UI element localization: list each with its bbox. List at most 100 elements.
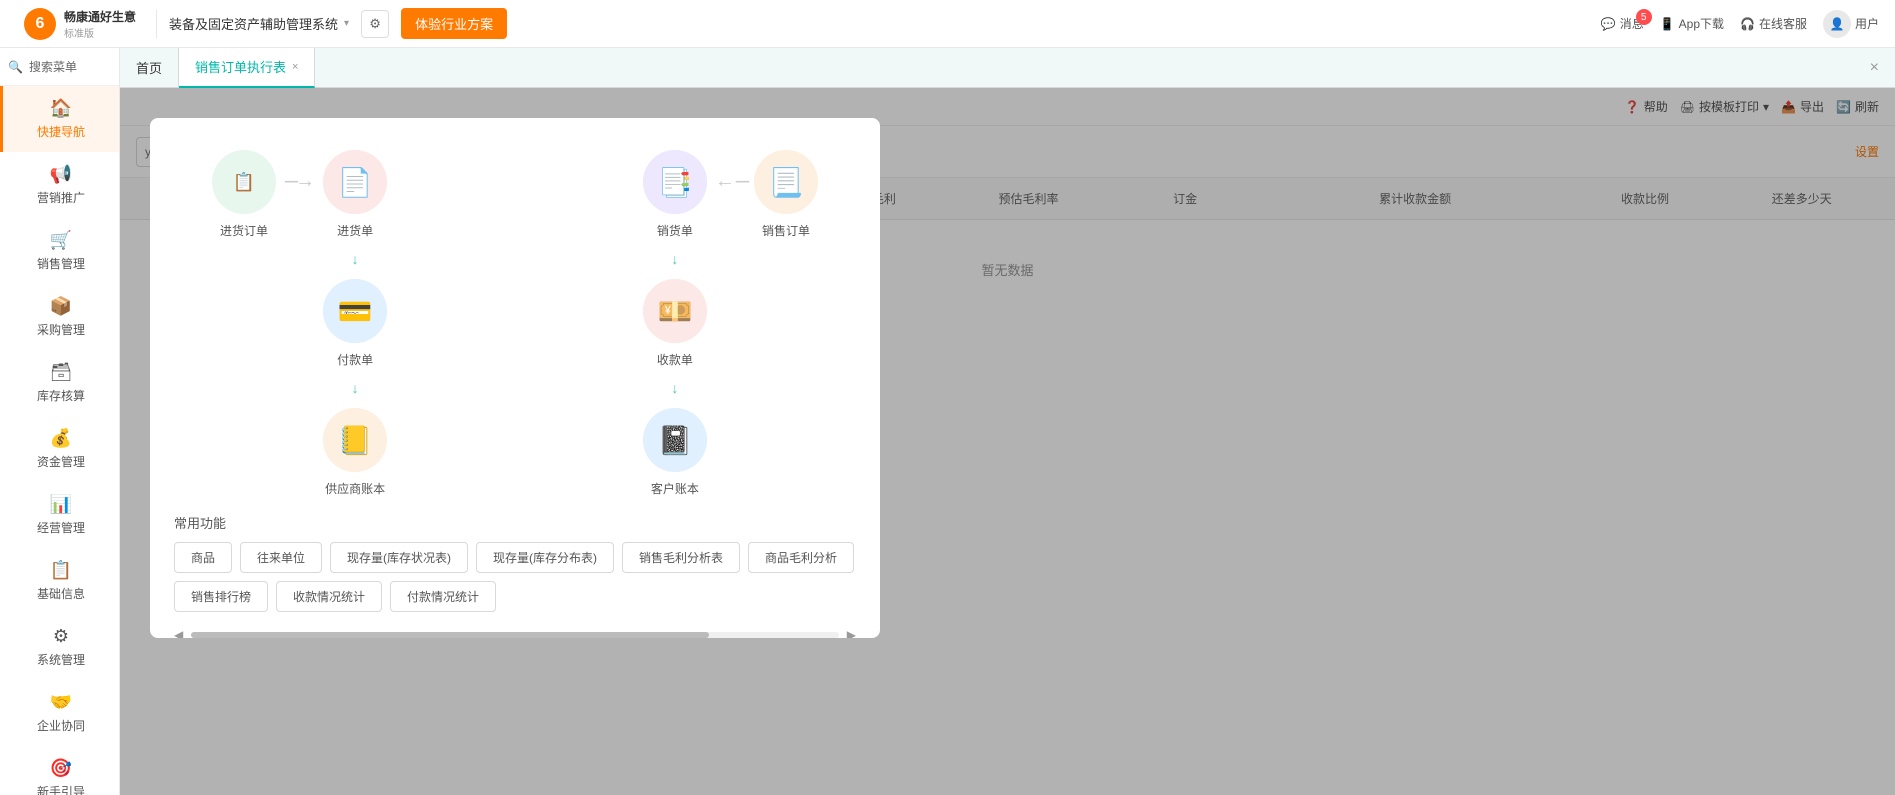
sidebar-item-inventory[interactable]: 🗃 库存核算	[0, 350, 119, 416]
flow-col-sales-order: 📃 销售订单	[746, 142, 826, 247]
sidebar-item-basic[interactable]: 📋 基础信息	[0, 548, 119, 614]
customer-book-icon: 📓	[643, 408, 707, 472]
flow-col-sales-bill: 📑 销货单 ↓ 💴	[635, 142, 715, 505]
sidebar-item-quick[interactable]: 🏠 快捷导航	[0, 86, 119, 152]
cf-btn-0[interactable]: 商品	[174, 542, 232, 573]
payment-icon: 💳	[323, 279, 387, 343]
flow-chart: 📋 进货订单 - - -→	[174, 142, 856, 505]
common-function-buttons: 商品 往来单位 现存量(库存状况表) 现存量(库存分布表) 销售毛利分析表 商品…	[174, 542, 856, 573]
finance-icon: 💰	[50, 428, 72, 449]
operation-icon: 📊	[50, 494, 72, 515]
try-industry-button[interactable]: 体验行业方案	[401, 8, 507, 39]
marketing-icon: 📢	[50, 164, 72, 185]
sales-icon: 🛒	[50, 230, 72, 251]
topbar-right: 💬 消息 5 📱 App下载 🎧 在线客服 👤 用户	[1601, 10, 1879, 38]
purchase-bill-icon: 📄	[323, 150, 387, 214]
svg-text:📑: 📑	[657, 166, 692, 199]
sidebar-item-guide[interactable]: 🎯 新手引导	[0, 746, 119, 795]
collab-icon: 🤝	[50, 692, 72, 713]
sidebar-item-collab[interactable]: 🤝 企业协同	[0, 680, 119, 746]
svg-text:📋: 📋	[233, 171, 255, 192]
system-title: 装备及固定资产辅助管理系统 ▾	[169, 14, 349, 33]
tab-content: ❓ 帮助 🖨 按模板打印 ▾ 📤 导出 🔄 刷新	[120, 88, 1895, 795]
purchase-icon: 📦	[50, 296, 72, 317]
sidebar-item-system[interactable]: ⚙ 系统管理	[0, 614, 119, 680]
sales-order-icon: 📃	[754, 150, 818, 214]
down-arrow-sales-bill: ↓	[671, 247, 678, 271]
guide-scrollbar: ◀ ▶	[174, 628, 856, 638]
flow-col-purchase-order: 📋 进货订单	[204, 142, 284, 247]
flow-col-purchase-bill: 📄 进货单 ↓ 💳	[315, 142, 395, 505]
common-function-buttons-row2: 销售排行榜 收款情况统计 付款情况统计	[174, 581, 856, 612]
cf-btn-7[interactable]: 收款情况统计	[276, 581, 382, 612]
cf-btn-3[interactable]: 现存量(库存分布表)	[476, 542, 614, 573]
tab-close-all-button[interactable]: ×	[1870, 48, 1879, 88]
flow-node-payment[interactable]: 💳 付款单	[315, 271, 395, 376]
basic-icon: 📋	[50, 560, 72, 581]
user-avatar: 👤	[1823, 10, 1851, 38]
inventory-icon: 🗃	[50, 362, 73, 383]
settings-icon[interactable]: ⚙	[361, 10, 389, 38]
cf-btn-1[interactable]: 往来单位	[240, 542, 322, 573]
scroll-right-button[interactable]: ▶	[847, 628, 856, 638]
system-icon: ⚙	[53, 626, 69, 647]
flow-node-sales-order[interactable]: 📃 销售订单	[746, 142, 826, 247]
scroll-left-button[interactable]: ◀	[174, 628, 183, 638]
search-icon: 🔍	[8, 60, 23, 74]
search-menu-button[interactable]: 🔍 搜索菜单	[0, 48, 119, 86]
cf-btn-6[interactable]: 销售排行榜	[174, 581, 268, 612]
svg-text:📄: 📄	[338, 166, 373, 199]
svg-text:💴: 💴	[657, 296, 692, 327]
logo-icon: 6	[24, 8, 56, 40]
sales-bill-icon: 📑	[643, 150, 707, 214]
tab-bar: 首页 销售订单执行表 × ×	[120, 48, 1895, 88]
sidebar-item-finance[interactable]: 💰 资金管理	[0, 416, 119, 482]
sidebar-item-purchase[interactable]: 📦 采购管理	[0, 284, 119, 350]
cf-btn-8[interactable]: 付款情况统计	[390, 581, 496, 612]
sidebar-item-marketing[interactable]: 📢 营销推广	[0, 152, 119, 218]
svg-text:📓: 📓	[657, 425, 692, 456]
scroll-track	[191, 632, 839, 638]
cf-btn-4[interactable]: 销售毛利分析表	[622, 542, 740, 573]
flow-node-purchase-bill[interactable]: 📄 进货单	[315, 142, 395, 247]
message-badge: 5	[1636, 9, 1652, 25]
flow-node-receipt[interactable]: 💴 收款单	[635, 271, 715, 376]
logo-text: 畅康通好生意 标准版	[64, 8, 136, 40]
supplier-book-icon: 📒	[323, 408, 387, 472]
system-dropdown-arrow[interactable]: ▾	[344, 18, 349, 29]
cf-btn-2[interactable]: 现存量(库存状况表)	[330, 542, 468, 573]
down-arrow-payment: ↓	[352, 376, 359, 400]
receipt-icon: 💴	[643, 279, 707, 343]
svg-text:📃: 📃	[769, 166, 804, 199]
flow-node-purchase-order[interactable]: 📋 进货订单	[204, 142, 284, 247]
logo: 6 畅康通好生意 标准版	[16, 8, 144, 40]
sidebar-item-operation[interactable]: 📊 经营管理	[0, 482, 119, 548]
scroll-thumb[interactable]	[191, 632, 709, 638]
guide-icon: 🎯	[50, 758, 72, 779]
down-arrow-purchase: ↓	[352, 247, 359, 271]
user-menu[interactable]: 👤 用户	[1823, 10, 1879, 38]
message-button[interactable]: 💬 消息 5	[1601, 15, 1644, 32]
svg-text:📒: 📒	[338, 425, 373, 456]
arrow-right-1: - - -→	[284, 142, 315, 193]
quick-nav-icon: 🏠	[50, 98, 72, 119]
sidebar-item-sales[interactable]: 🛒 销售管理	[0, 218, 119, 284]
message-icon: 💬	[1601, 17, 1616, 31]
tab-close-button[interactable]: ×	[292, 61, 298, 73]
purchase-order-icon: 📋	[212, 150, 276, 214]
guide-panel: 📋 进货订单 - - -→	[150, 118, 880, 638]
online-service-button[interactable]: 🎧 在线客服	[1740, 15, 1807, 32]
tab-sales-order[interactable]: 销售订单执行表 ×	[179, 48, 315, 88]
app-icon: 📱	[1660, 17, 1675, 31]
arrow-left-1: ←- - -	[715, 142, 746, 193]
cf-btn-5[interactable]: 商品毛利分析	[748, 542, 854, 573]
tab-home[interactable]: 首页	[120, 48, 179, 88]
down-arrow-receipt: ↓	[671, 376, 678, 400]
flow-node-customer-book[interactable]: 📓 客户账本	[635, 400, 715, 505]
flow-node-sales-bill[interactable]: 📑 销货单	[635, 142, 715, 247]
flow-node-supplier-book[interactable]: 📒 供应商账本	[315, 400, 395, 505]
svg-text:💳: 💳	[338, 296, 373, 327]
overlay-background[interactable]: 📋 进货订单 - - -→	[120, 88, 1895, 795]
app-download-button[interactable]: 📱 App下载	[1660, 15, 1724, 32]
common-functions: 常用功能 商品 往来单位 现存量(库存状况表) 现存量(库存分布表) 销售毛利分…	[174, 513, 856, 612]
